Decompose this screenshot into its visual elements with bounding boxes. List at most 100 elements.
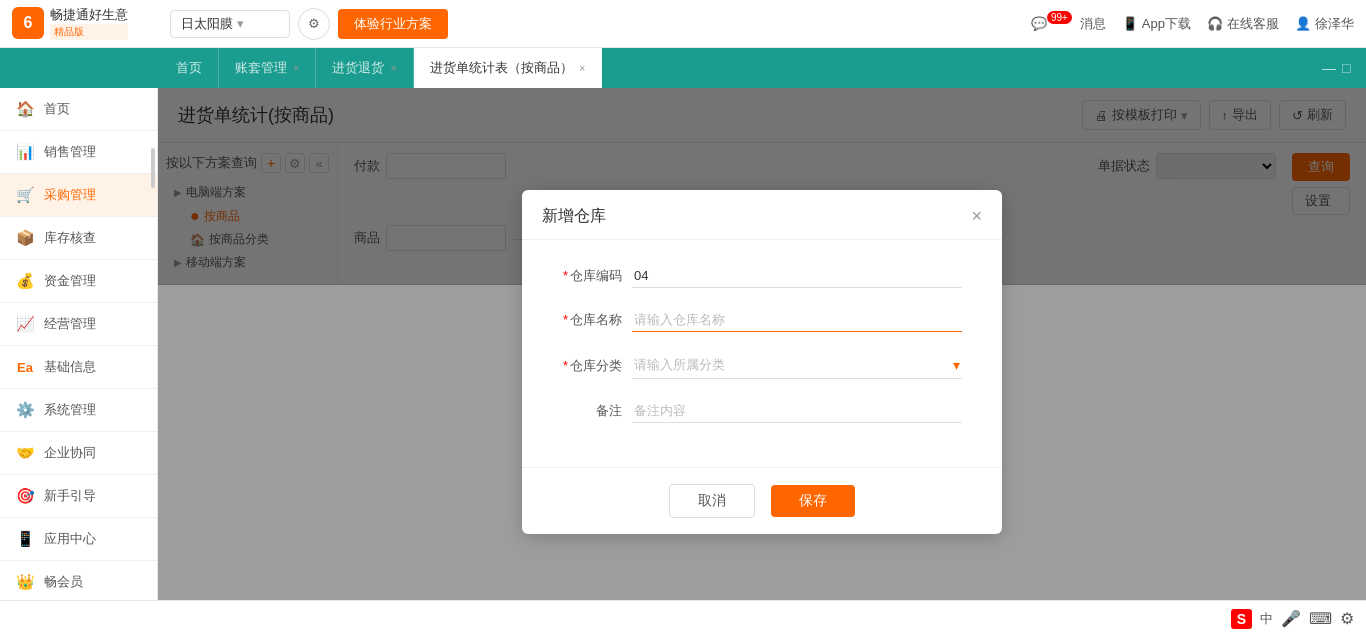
category-dropdown-icon: ▾ — [953, 357, 960, 373]
app-center-icon: 📱 — [16, 530, 34, 548]
app-download-button[interactable]: 📱 App下载 — [1122, 15, 1191, 33]
finance-icon: 💰 — [16, 272, 34, 290]
settings-button[interactable]: ⚙ — [298, 8, 330, 40]
gear-icon: ⚙ — [308, 16, 320, 31]
tab-purchase-return-close-icon[interactable]: × — [390, 62, 396, 74]
keyboard-icon[interactable]: ⌨ — [1309, 609, 1332, 628]
modal-close-button[interactable]: × — [971, 206, 982, 227]
sidebar-inventory-label: 库存核查 — [44, 229, 96, 247]
sidebar-app-center-label: 应用中心 — [44, 530, 96, 548]
messages-label: 消息 — [1080, 15, 1106, 33]
tab-purchase-stats-close-icon[interactable]: × — [579, 62, 585, 74]
sidebar-item-system[interactable]: ⚙️ 系统管理 — [0, 389, 157, 432]
window-controls: — □ — [1314, 48, 1366, 88]
sidebar: 🏠 首页 📊 销售管理 🛒 采购管理 📦 库存核查 💰 资金管理 📈 经营管理 … — [0, 88, 158, 636]
app-badge: 精品版 — [50, 24, 128, 40]
sidebar-item-enterprise[interactable]: 🤝 企业协同 — [0, 432, 157, 475]
customer-service-label: 在线客服 — [1227, 15, 1279, 33]
sidebar-item-home[interactable]: 🏠 首页 — [0, 88, 157, 131]
tab-bar: 首页 账套管理 × 进货退货 × 进货单统计表（按商品） × — □ — [0, 48, 1366, 88]
bottom-lang-label: 中 — [1260, 610, 1273, 628]
microphone-icon[interactable]: 🎤 — [1281, 609, 1301, 628]
sidebar-item-vip[interactable]: 👑 畅会员 — [0, 561, 157, 604]
minimize-icon[interactable]: — — [1322, 60, 1338, 76]
purchase-icon: 🛒 — [16, 186, 34, 204]
message-icon: 💬 — [1031, 16, 1047, 31]
name-label: 仓库名称 — [562, 311, 632, 329]
headset-icon: 🎧 — [1207, 16, 1223, 31]
bottom-bar: S 中 🎤 ⌨ ⚙ — [0, 600, 1366, 636]
sidebar-vip-label: 畅会员 — [44, 573, 83, 591]
remark-input[interactable] — [632, 399, 962, 423]
tab-spacer — [602, 48, 1314, 88]
sidebar-item-sales[interactable]: 📊 销售管理 — [0, 131, 157, 174]
modal-header: 新增仓库 × — [522, 190, 1002, 240]
username-label: 徐泽华 — [1315, 15, 1354, 33]
tab-accounts[interactable]: 账套管理 × — [219, 48, 316, 88]
store-selector[interactable]: 日太阳膜 ▾ — [170, 10, 290, 38]
enterprise-icon: 🤝 — [16, 444, 34, 462]
sidebar-sales-label: 销售管理 — [44, 143, 96, 161]
system-icon: ⚙️ — [16, 401, 34, 419]
sidebar-system-label: 系统管理 — [44, 401, 96, 419]
sidebar-item-newbie[interactable]: 🎯 新手引导 — [0, 475, 157, 518]
user-profile-button[interactable]: 👤 徐泽华 — [1295, 15, 1354, 33]
home-icon: 🏠 — [16, 100, 34, 118]
sidebar-management-label: 经营管理 — [44, 315, 96, 333]
tab-accounts-label: 账套管理 — [235, 59, 287, 77]
category-select[interactable]: 请输入所属分类 ▾ — [632, 352, 962, 379]
s-logo: S — [1231, 609, 1252, 629]
tab-purchase-return-label: 进货退货 — [332, 59, 384, 77]
form-row-code: 仓库编码 — [562, 264, 962, 288]
newbie-icon: 🎯 — [16, 487, 34, 505]
sidebar-newbie-label: 新手引导 — [44, 487, 96, 505]
code-input[interactable] — [632, 264, 962, 288]
sidebar-basic-info-label: 基础信息 — [44, 358, 96, 376]
maximize-icon[interactable]: □ — [1342, 60, 1358, 76]
modal-title: 新增仓库 — [542, 206, 606, 227]
sidebar-enterprise-label: 企业协同 — [44, 444, 96, 462]
tab-purchase-return[interactable]: 进货退货 × — [316, 48, 413, 88]
logo-area: 6 畅捷通好生意 精品版 — [12, 7, 162, 40]
category-label: 仓库分类 — [562, 357, 632, 375]
main-layout: 🏠 首页 📊 销售管理 🛒 采购管理 📦 库存核查 💰 资金管理 📈 经营管理 … — [0, 88, 1366, 636]
tab-accounts-close-icon[interactable]: × — [293, 62, 299, 74]
vip-icon: 👑 — [16, 573, 34, 591]
app-download-label: App下载 — [1142, 15, 1191, 33]
avatar-icon: 👤 — [1295, 16, 1311, 31]
name-input[interactable] — [632, 308, 962, 332]
form-row-name: 仓库名称 — [562, 308, 962, 332]
new-warehouse-modal: 新增仓库 × 仓库编码 仓库名称 — [522, 190, 1002, 534]
basic-info-icon: Ea — [16, 358, 34, 376]
save-button[interactable]: 保存 — [771, 485, 855, 517]
sidebar-item-inventory[interactable]: 📦 库存核查 — [0, 217, 157, 260]
tab-home-label: 首页 — [176, 59, 202, 77]
remark-label: 备注 — [562, 402, 632, 420]
sidebar-finance-label: 资金管理 — [44, 272, 96, 290]
message-badge: 99+ — [1047, 11, 1072, 24]
sidebar-item-finance[interactable]: 💰 资金管理 — [0, 260, 157, 303]
form-row-category: 仓库分类 请输入所属分类 ▾ — [562, 352, 962, 379]
customer-service-button[interactable]: 🎧 在线客服 — [1207, 15, 1279, 33]
app-logo-icon: 6 — [12, 7, 44, 39]
settings-bottom-icon[interactable]: ⚙ — [1340, 609, 1354, 628]
header-right: 💬 99+ 消息 📱 App下载 🎧 在线客服 👤 徐泽华 — [1031, 15, 1354, 33]
sidebar-item-basic-info[interactable]: Ea 基础信息 — [0, 346, 157, 389]
sidebar-item-management[interactable]: 📈 经营管理 — [0, 303, 157, 346]
scrollbar-handle[interactable] — [151, 148, 155, 188]
sidebar-purchase-label: 采购管理 — [44, 186, 96, 204]
category-placeholder: 请输入所属分类 — [634, 356, 725, 374]
tab-home[interactable]: 首页 — [160, 48, 219, 88]
cancel-button[interactable]: 取消 — [669, 484, 755, 518]
inventory-icon: 📦 — [16, 229, 34, 247]
sidebar-item-purchase[interactable]: 🛒 采购管理 — [0, 174, 157, 217]
trial-button[interactable]: 体验行业方案 — [338, 9, 448, 39]
sidebar-home-label: 首页 — [44, 100, 70, 118]
messages-button[interactable]: 💬 99+ 消息 — [1031, 15, 1106, 33]
modal-overlay: 新增仓库 × 仓库编码 仓库名称 — [158, 88, 1366, 636]
tab-purchase-stats[interactable]: 进货单统计表（按商品） × — [414, 48, 602, 88]
form-row-remark: 备注 — [562, 399, 962, 423]
sidebar-item-app-center[interactable]: 📱 应用中心 — [0, 518, 157, 561]
top-header: 6 畅捷通好生意 精品版 日太阳膜 ▾ ⚙ 体验行业方案 💬 99+ 消息 📱 … — [0, 0, 1366, 48]
modal-body: 仓库编码 仓库名称 仓库分类 请输入所属分类 ▾ — [522, 240, 1002, 467]
